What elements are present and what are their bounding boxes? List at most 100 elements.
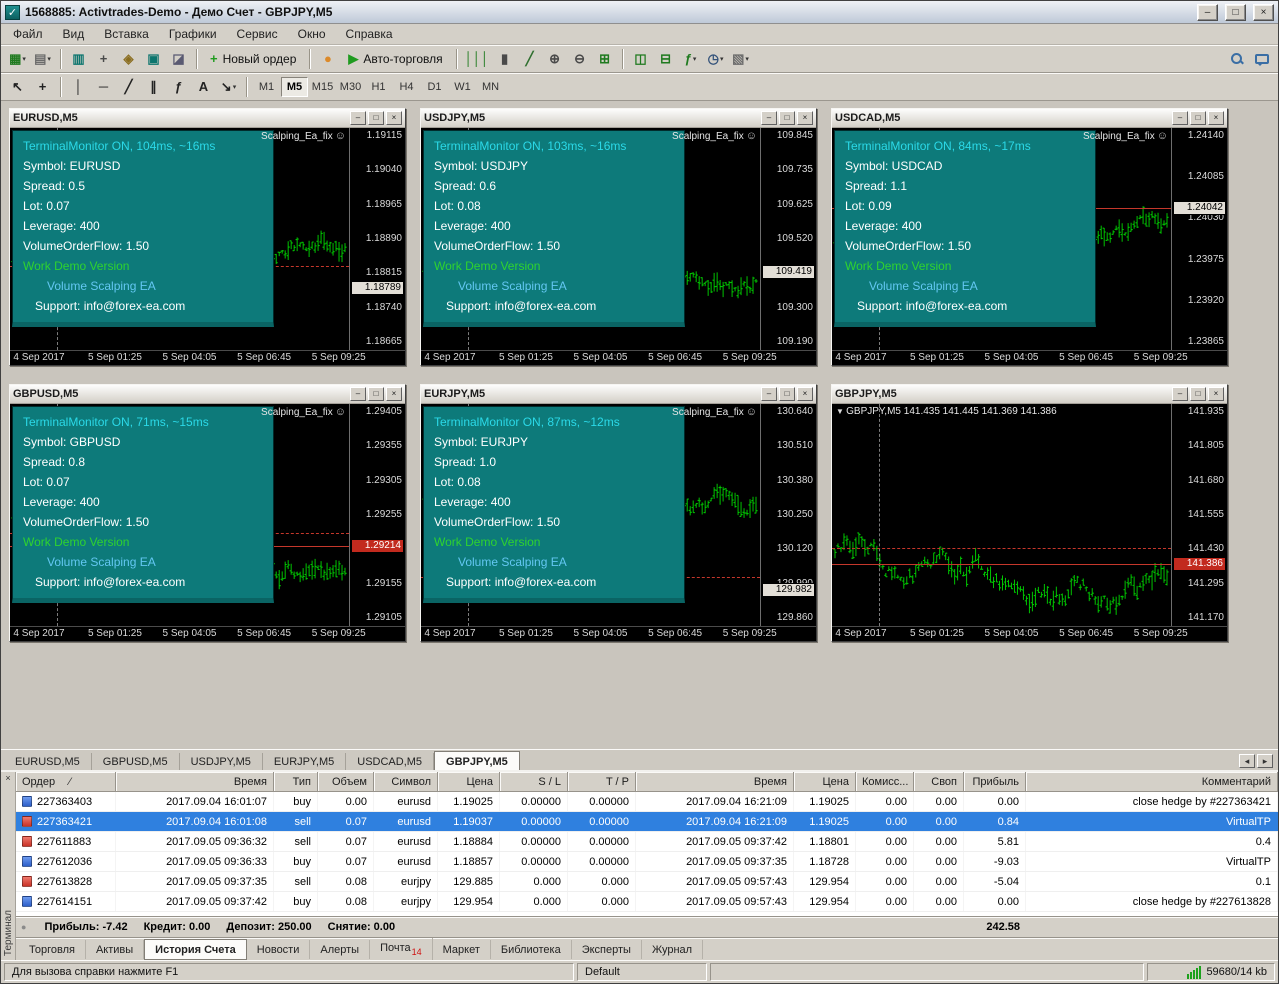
chart-plot-gbpjpy[interactable]: ▼ GBPJPY,M5 141.435 141.445 141.369 141.… (832, 404, 1171, 626)
close-button[interactable]: × (1253, 3, 1274, 21)
chart-window-titlebar[interactable]: GBPUSD,M5 – □ × (10, 385, 405, 404)
maximize-button[interactable]: □ (1225, 3, 1246, 21)
line-chart-icon[interactable]: ╱ (518, 48, 541, 70)
chart-plot-usdjpy[interactable]: TerminalMonitor ON, 103ms, ~16ms Symbol: … (421, 128, 760, 350)
chart-close-button[interactable]: × (1208, 387, 1224, 401)
chart-restore-button[interactable]: □ (368, 111, 384, 125)
tab-scroll-left-icon[interactable]: ◂ (1239, 754, 1255, 768)
chart-restore-button[interactable]: □ (779, 111, 795, 125)
chart-close-button[interactable]: × (1208, 111, 1224, 125)
column-header-1[interactable]: Время (116, 772, 274, 792)
data-window-icon[interactable]: + (92, 48, 115, 70)
search-icon[interactable] (1225, 48, 1248, 70)
terminal-tab-market[interactable]: Маркет (433, 939, 491, 959)
timeframe-m5-button[interactable]: M5 (281, 76, 308, 97)
new-chart-icon[interactable]: ▦ ▾ (6, 48, 29, 70)
chart-minimize-button[interactable]: – (350, 111, 366, 125)
strategy-tester-icon[interactable]: ◪ (167, 48, 190, 70)
column-header-2[interactable]: Тип (274, 772, 318, 792)
trendline-icon[interactable]: ╱ (117, 76, 140, 98)
history-row-227614151[interactable]: 227614151 2017.09.05 09:37:42 buy 0.08 eurjp… (16, 892, 1278, 912)
chart-plot-gbpusd[interactable]: TerminalMonitor ON, 71ms, ~15ms Symbol: G… (10, 404, 349, 626)
timeframe-d1-button[interactable]: D1 (421, 77, 448, 97)
chart-minimize-button[interactable]: – (350, 387, 366, 401)
chart-plot-usdcad[interactable]: TerminalMonitor ON, 84ms, ~17ms Symbol: U… (832, 128, 1171, 350)
chart-tab-usdjpy[interactable]: USDJPY,M5 (180, 753, 263, 770)
terminal-panel-icon[interactable]: ▣ (142, 48, 165, 70)
terminal-tab-library[interactable]: Библиотека (491, 939, 572, 959)
auto-trading-button[interactable]: ▶ Авто-торговля (341, 48, 449, 70)
chart-plot-eurjpy[interactable]: TerminalMonitor ON, 87ms, ~12ms Symbol: E… (421, 404, 760, 626)
chart-window-titlebar[interactable]: EURJPY,M5 – □ × (421, 385, 816, 404)
timeframe-mn-button[interactable]: MN (477, 77, 504, 97)
chart-minimize-button[interactable]: – (761, 387, 777, 401)
terminal-tab-journal[interactable]: Журнал (642, 939, 704, 959)
chart-window-titlebar[interactable]: USDJPY,M5 – □ × (421, 109, 816, 128)
navigator-icon[interactable]: ◈ (117, 48, 140, 70)
column-header-7[interactable]: T / P (568, 772, 636, 792)
terminal-tab-news[interactable]: Новости (247, 939, 311, 959)
title-bar[interactable]: ✓ 1568885: Activtrades-Demo - Демо Счет … (1, 1, 1278, 24)
templates-icon[interactable]: ▧ ▾ (729, 48, 752, 70)
chart-window-titlebar[interactable]: USDCAD,M5 – □ × (832, 109, 1227, 128)
periods-icon[interactable]: ◷ ▾ (704, 48, 727, 70)
column-header-5[interactable]: Цена (438, 772, 500, 792)
status-profile[interactable]: Default (577, 963, 707, 981)
timeframe-m1-button[interactable]: M1 (253, 77, 280, 97)
history-row-227363403[interactable]: 227363403 2017.09.04 16:01:07 buy 0.00 eurus… (16, 792, 1278, 812)
cursor-icon[interactable]: ↖ (6, 76, 29, 98)
terminal-tab-mailbox[interactable]: Почта14 (370, 938, 433, 960)
column-header-13[interactable]: Комментарий (1026, 772, 1278, 792)
menu-help[interactable]: Справка (336, 24, 403, 44)
terminal-tab-experts[interactable]: Эксперты (572, 939, 642, 959)
tile-windows-icon[interactable]: ⊞ (593, 48, 616, 70)
text-label-icon[interactable]: A (192, 76, 215, 98)
column-header-6[interactable]: S / L (500, 772, 568, 792)
horizontal-line-icon[interactable]: ─ (92, 76, 115, 98)
chart-plot-eurusd[interactable]: TerminalMonitor ON, 104ms, ~16ms Symbol: … (10, 128, 349, 350)
chart-restore-button[interactable]: □ (779, 387, 795, 401)
chart-window-titlebar[interactable]: GBPJPY,M5 – □ × (832, 385, 1227, 404)
chart-minimize-button[interactable]: – (761, 111, 777, 125)
equidistant-channel-icon[interactable]: ∥ (142, 76, 165, 98)
column-header-8[interactable]: Время (636, 772, 794, 792)
column-header-0[interactable]: Ордер ⁄ (16, 772, 116, 792)
price-chart-canvas[interactable] (832, 404, 1171, 626)
menu-window[interactable]: Окно (288, 24, 336, 44)
chart-minimize-button[interactable]: – (1172, 111, 1188, 125)
timeframe-h4-button[interactable]: H4 (393, 77, 420, 97)
chart-window-titlebar[interactable]: EURUSD,M5 – □ × (10, 109, 405, 128)
tile-horizontal-icon[interactable]: ⊟ (654, 48, 677, 70)
cascade-windows-icon[interactable]: ◫ (629, 48, 652, 70)
menu-insert[interactable]: Вставка (94, 24, 159, 44)
menu-file[interactable]: Файл (3, 24, 53, 44)
menu-charts[interactable]: Графики (159, 24, 227, 44)
column-header-9[interactable]: Цена (794, 772, 856, 792)
candlestick-chart-icon[interactable]: ▮ (493, 48, 516, 70)
crosshair-icon[interactable]: + (31, 76, 54, 98)
minimize-button[interactable]: – (1197, 3, 1218, 21)
new-order-button[interactable]: + Новый ордер (203, 48, 303, 70)
terminal-tab-assets[interactable]: Активы (86, 939, 145, 959)
terminal-close-icon[interactable]: × (5, 773, 10, 783)
column-header-11[interactable]: Своп (914, 772, 964, 792)
timeframe-w1-button[interactable]: W1 (449, 77, 476, 97)
menu-tools[interactable]: Сервис (227, 24, 288, 44)
market-watch-icon[interactable]: ▥ (67, 48, 90, 70)
column-header-3[interactable]: Объем (318, 772, 374, 792)
column-header-10[interactable]: Комисс... (856, 772, 914, 792)
zoom-out-icon[interactable]: ⊖ (568, 48, 591, 70)
chart-tab-gbpusd[interactable]: GBPUSD,M5 (92, 753, 180, 770)
fibonacci-icon[interactable]: ƒ (167, 76, 190, 98)
arrows-object-icon[interactable]: ↘ ▾ (217, 76, 240, 98)
zoom-in-icon[interactable]: ⊕ (543, 48, 566, 70)
vertical-line-icon[interactable]: │ (67, 76, 90, 98)
chart-close-button[interactable]: × (797, 111, 813, 125)
indicators-icon[interactable]: ƒ ▾ (679, 48, 702, 70)
terminal-tab-trade[interactable]: Торговля (19, 939, 86, 959)
chart-minimize-button[interactable]: – (1172, 387, 1188, 401)
history-row-227611883[interactable]: 227611883 2017.09.05 09:36:32 sell 0.07 euru… (16, 832, 1278, 852)
profiles-icon[interactable]: ▤ ▾ (31, 48, 54, 70)
history-row-227612036[interactable]: 227612036 2017.09.05 09:36:33 buy 0.07 eurus… (16, 852, 1278, 872)
chart-restore-button[interactable]: □ (368, 387, 384, 401)
